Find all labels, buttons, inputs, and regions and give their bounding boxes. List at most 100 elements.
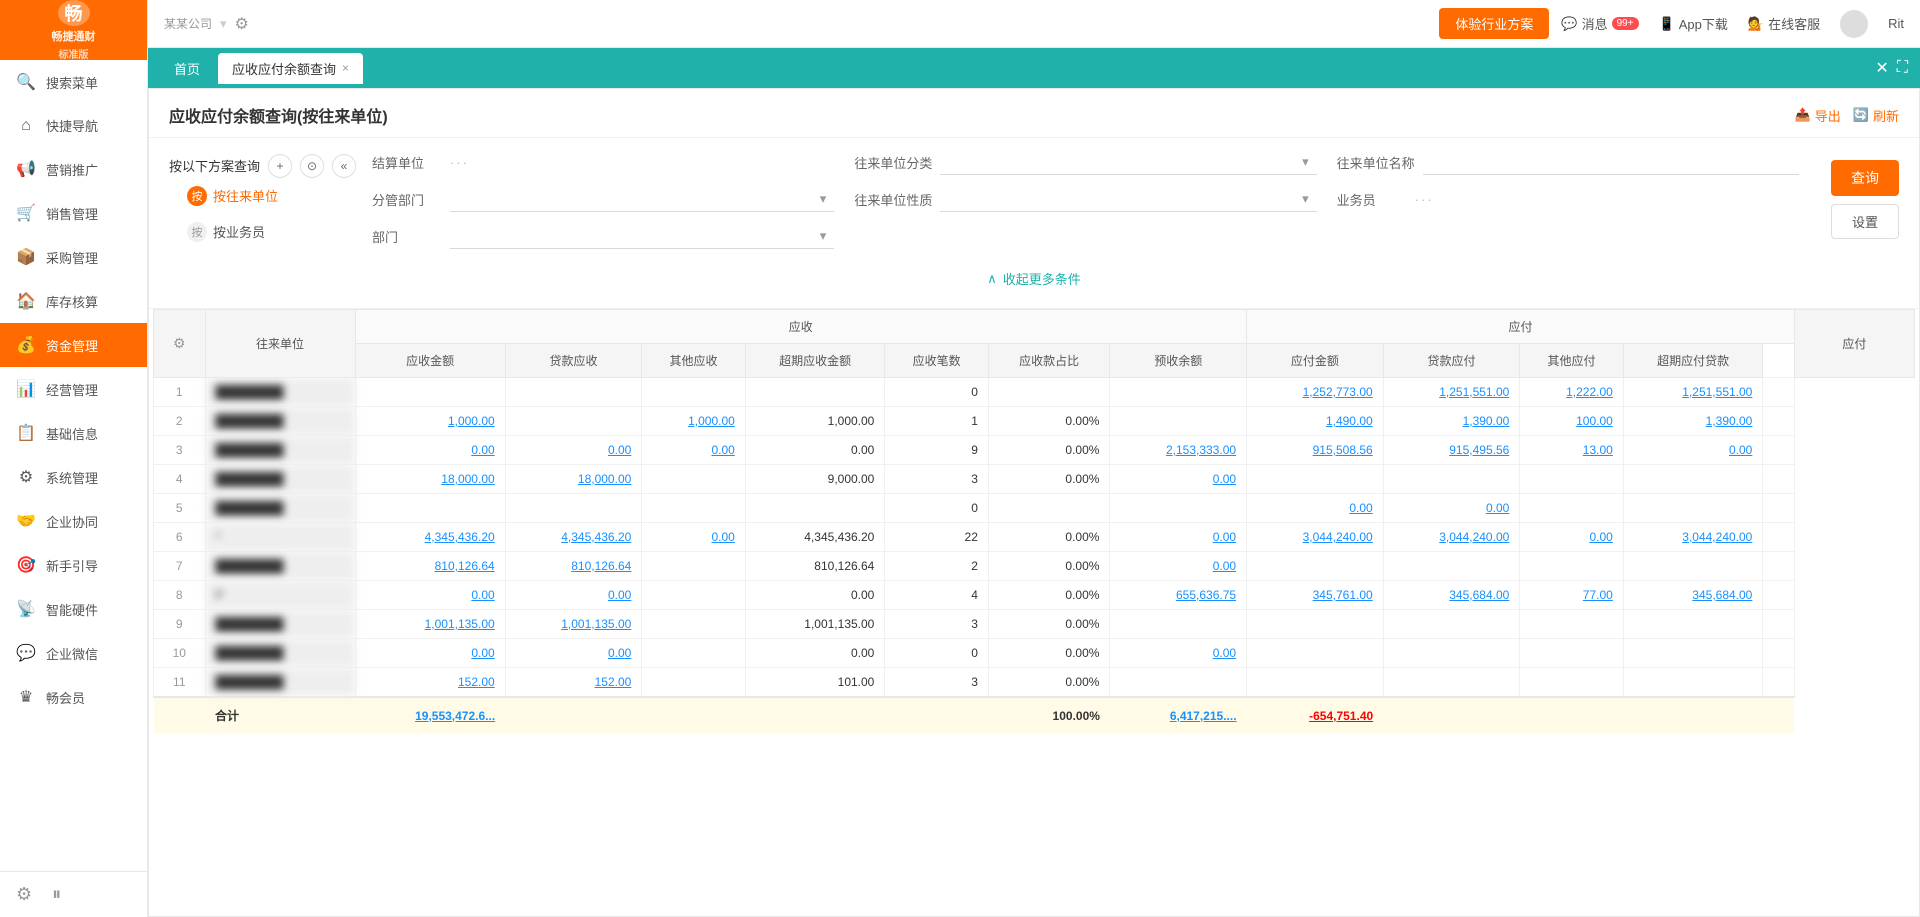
sidebar-item-wechat[interactable]: 💬企业微信 (0, 631, 147, 675)
data-cell[interactable]: 2,153,333.00 (1110, 436, 1247, 465)
collapse-btn[interactable]: ∧ 收起更多条件 (169, 261, 1899, 296)
data-cell[interactable]: 345,684.00 (1383, 581, 1520, 610)
data-cell[interactable]: 0.00 (1110, 552, 1247, 581)
query-button[interactable]: 查询 (1831, 160, 1899, 196)
data-cell[interactable]: 13.00 (1520, 436, 1624, 465)
data-cell[interactable]: 1,000.00 (642, 407, 746, 436)
refresh-btn[interactable]: 🔄 刷新 (1853, 106, 1899, 125)
settlement-dots[interactable]: ··· (450, 155, 469, 170)
table-settings-icon[interactable]: ⚙ (173, 335, 186, 351)
tab-active[interactable]: 应收应付余额查询 × (218, 53, 363, 84)
footer-prepaid[interactable]: 6,417,215.... (1110, 697, 1247, 733)
data-cell[interactable]: 1,001,135.00 (355, 610, 505, 639)
data-cell[interactable]: 1,251,551.00 (1623, 378, 1763, 407)
more-scheme-btn[interactable]: « (332, 154, 356, 178)
data-cell[interactable]: 0.00 (642, 523, 746, 552)
data-cell[interactable]: 152.00 (505, 668, 642, 698)
th-settings[interactable]: ⚙ (154, 310, 206, 378)
data-cell[interactable]: 345,684.00 (1623, 581, 1763, 610)
data-cell[interactable]: 0.00 (1623, 436, 1763, 465)
sidebar-item-guide[interactable]: 🎯新手引导 (0, 543, 147, 587)
filter-option-by-unit[interactable]: 按 按往来单位 (177, 182, 356, 210)
sidebar-item-sales[interactable]: 🛒销售管理 (0, 191, 147, 235)
collapse-icon[interactable]: ⏸ (52, 884, 61, 905)
unit-name-input[interactable] (1423, 151, 1799, 175)
dept-select[interactable]: ▾ (450, 224, 834, 249)
sidebar-item-purchase[interactable]: 📦采购管理 (0, 235, 147, 279)
data-cell[interactable]: 0.00 (1520, 523, 1624, 552)
data-cell[interactable]: 0.00 (505, 581, 642, 610)
add-scheme-btn[interactable]: + (268, 154, 292, 178)
online-service[interactable]: 💁 在线客服 (1748, 14, 1820, 33)
data-cell[interactable]: 655,636.75 (1110, 581, 1247, 610)
data-cell[interactable]: 1,222.00 (1520, 378, 1624, 407)
data-cell[interactable]: 0.00 (355, 436, 505, 465)
dept-manager-select[interactable]: ▾ (450, 187, 834, 212)
app-download[interactable]: 📱 App下载 (1659, 14, 1728, 33)
data-cell[interactable]: 915,508.56 (1247, 436, 1384, 465)
footer-pay-amount[interactable]: -654,751.40 (1247, 697, 1384, 733)
data-cell[interactable]: 1,001,135.00 (505, 610, 642, 639)
data-cell[interactable]: 0.00 (1383, 494, 1520, 523)
sidebar-item-operation[interactable]: 📊经营管理 (0, 367, 147, 411)
sidebar-item-basic[interactable]: 📋基础信息 (0, 411, 147, 455)
data-cell[interactable]: 77.00 (1520, 581, 1624, 610)
data-cell[interactable]: 1,000.00 (355, 407, 505, 436)
data-cell[interactable]: 0.00 (1110, 523, 1247, 552)
data-cell[interactable]: 915,495.56 (1383, 436, 1520, 465)
sidebar-item-member[interactable]: ♛畅会员 (0, 675, 147, 719)
sidebar-item-marketing[interactable]: 📢营销推广 (0, 147, 147, 191)
tab-home[interactable]: 首页 (160, 53, 214, 84)
data-cell[interactable]: 152.00 (355, 668, 505, 698)
table-container[interactable]: ⚙ 往来单位 应收 应付 应付 应收金额 贷款应收 其他应收 超期应收金额 应收… (149, 309, 1919, 868)
data-cell[interactable]: 810,126.64 (505, 552, 642, 581)
data-cell[interactable]: 3,044,240.00 (1383, 523, 1520, 552)
filter-option-by-staff[interactable]: 按 按业务员 (177, 218, 356, 246)
tab-close-btn[interactable]: ✕ (1875, 58, 1888, 78)
data-cell[interactable]: 810,126.64 (355, 552, 505, 581)
data-cell[interactable]: 1,252,773.00 (1247, 378, 1384, 407)
data-cell[interactable]: 0.00 (505, 639, 642, 668)
data-cell[interactable]: 0.00 (1110, 639, 1247, 668)
sidebar-item-inventory[interactable]: 🏠库存核算 (0, 279, 147, 323)
tab-close-icon[interactable]: × (342, 61, 349, 75)
settings-gear[interactable]: ⚙ (235, 14, 249, 34)
data-cell (1623, 552, 1763, 581)
unit-nature-select[interactable]: ▾ (940, 187, 1316, 212)
salesperson-dots[interactable]: ··· (1415, 192, 1434, 207)
data-cell[interactable]: 345,761.00 (1247, 581, 1384, 610)
data-cell[interactable]: 4,345,436.20 (505, 523, 642, 552)
sidebar-item-hardware[interactable]: 📡智能硬件 (0, 587, 147, 631)
data-cell[interactable]: 0.00 (1247, 494, 1384, 523)
message-icon-group[interactable]: 💬 消息 99+ (1561, 14, 1638, 33)
unit-category-select[interactable]: ▾ (940, 150, 1316, 175)
sidebar-item-quick[interactable]: ⌂快捷导航 (0, 104, 147, 147)
sidebar-item-search[interactable]: 🔍搜索菜单 (0, 60, 147, 104)
data-cell[interactable]: 1,490.00 (1247, 407, 1384, 436)
data-cell[interactable]: 3,044,240.00 (1623, 523, 1763, 552)
data-cell[interactable]: 3,044,240.00 (1247, 523, 1384, 552)
data-cell[interactable]: 1,251,551.00 (1383, 378, 1520, 407)
user-avatar[interactable] (1840, 10, 1868, 38)
data-cell[interactable]: 1,390.00 (1383, 407, 1520, 436)
data-cell[interactable]: 1,390.00 (1623, 407, 1763, 436)
tab-expand-btn[interactable]: ⛶ (1897, 59, 1908, 77)
sidebar-item-finance[interactable]: 💰资金管理 (0, 323, 147, 367)
footer-recv-amount[interactable]: 19,553,472.6... (355, 697, 505, 733)
data-cell[interactable]: 18,000.00 (505, 465, 642, 494)
data-cell[interactable]: 0.00 (355, 581, 505, 610)
data-cell[interactable]: 0.00 (505, 436, 642, 465)
trial-btn[interactable]: 体验行业方案 (1439, 8, 1549, 39)
data-cell[interactable]: 0.00 (642, 436, 746, 465)
data-cell[interactable]: 0.00 (355, 639, 505, 668)
set-button[interactable]: 设置 (1831, 204, 1899, 239)
data-cell[interactable]: 100.00 (1520, 407, 1624, 436)
edit-scheme-btn[interactable]: ⊙ (300, 154, 324, 178)
sidebar-item-coop[interactable]: 🤝企业协同 (0, 499, 147, 543)
sidebar-item-system[interactable]: ⚙系统管理 (0, 455, 147, 499)
settings-icon[interactable]: ⚙ (16, 884, 32, 905)
data-cell[interactable]: 4,345,436.20 (355, 523, 505, 552)
export-btn[interactable]: 📤 导出 (1795, 106, 1841, 125)
data-cell[interactable]: 18,000.00 (355, 465, 505, 494)
data-cell[interactable]: 0.00 (1110, 465, 1247, 494)
